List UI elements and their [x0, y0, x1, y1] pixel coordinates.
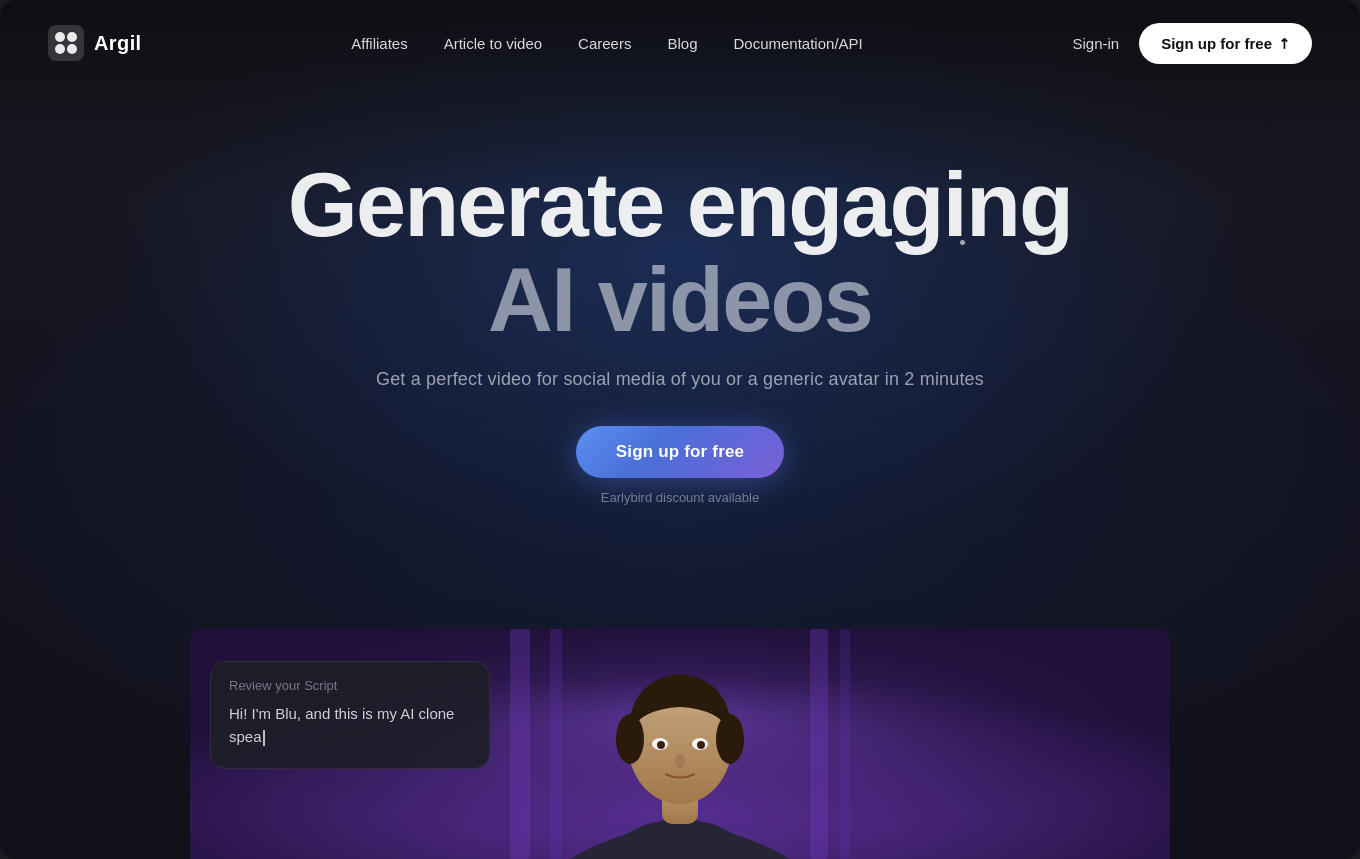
hero-title-line2: AI videos: [288, 253, 1073, 348]
page-wrapper: Argil Affiliates Article to video Career…: [0, 0, 1360, 859]
logo[interactable]: Argil: [48, 25, 142, 61]
svg-rect-8: [550, 629, 562, 859]
svg-point-2: [67, 32, 77, 42]
script-cursor: [263, 730, 265, 746]
nav-links: Affiliates Article to video Careers Blog…: [351, 35, 862, 52]
script-panel-title: Review your Script: [229, 678, 471, 693]
svg-point-15: [716, 714, 744, 764]
arrow-icon: ↗: [1274, 33, 1294, 53]
signup-button-nav[interactable]: Sign up for free ↗: [1139, 23, 1312, 64]
nav-actions: Sign-in Sign up for free ↗: [1072, 23, 1312, 64]
nav-blog[interactable]: Blog: [667, 35, 697, 52]
svg-point-4: [67, 44, 77, 54]
svg-point-19: [697, 741, 705, 749]
nav-affiliates[interactable]: Affiliates: [351, 35, 407, 52]
svg-rect-0: [48, 25, 84, 61]
nav-documentation[interactable]: Documentation/API: [733, 35, 862, 52]
nav-article-to-video[interactable]: Article to video: [444, 35, 542, 52]
svg-point-3: [55, 44, 65, 54]
hero-cta-area: Sign up for free Earlybird discount avai…: [576, 426, 784, 505]
svg-rect-9: [810, 629, 828, 859]
hero-title: Generate engaging AI videos: [288, 158, 1073, 347]
earlybird-text: Earlybird discount available: [601, 490, 759, 505]
signin-link[interactable]: Sign-in: [1072, 35, 1119, 52]
script-panel-text: Hi! I'm Blu, and this is my AI clone spe…: [229, 703, 471, 748]
signup-button-hero[interactable]: Sign up for free: [576, 426, 784, 478]
hero-title-line1: Generate engaging: [288, 158, 1073, 253]
svg-rect-7: [510, 629, 530, 859]
svg-point-18: [657, 741, 665, 749]
svg-point-14: [616, 714, 644, 764]
script-panel: Review your Script Hi! I'm Blu, and this…: [210, 661, 490, 769]
hero-subtitle: Get a perfect video for social media of …: [376, 369, 984, 390]
logo-icon: [48, 25, 84, 61]
nav-careers[interactable]: Careers: [578, 35, 631, 52]
svg-rect-10: [840, 629, 850, 859]
svg-point-20: [675, 754, 685, 768]
logo-text: Argil: [94, 32, 142, 55]
navigation: Argil Affiliates Article to video Career…: [0, 0, 1360, 86]
svg-point-1: [55, 32, 65, 42]
